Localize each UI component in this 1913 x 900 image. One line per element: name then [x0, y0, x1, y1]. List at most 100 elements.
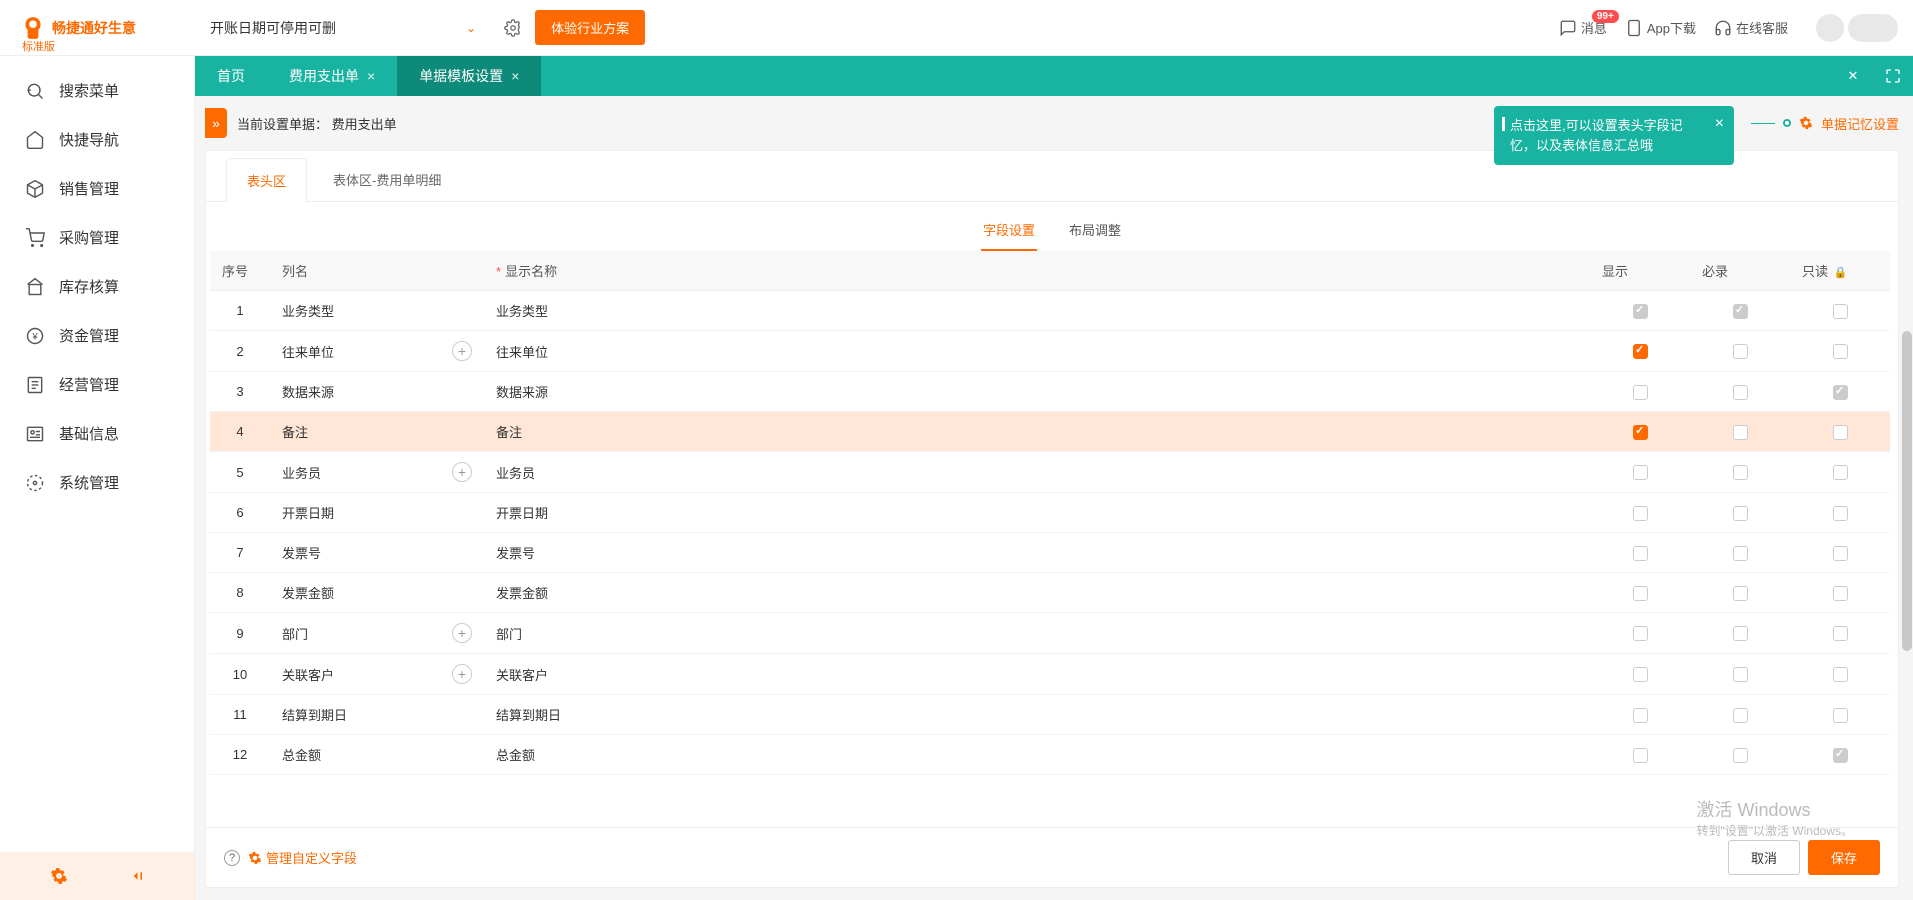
table-row[interactable]: 2 往来单位+ 往来单位 [210, 331, 1890, 372]
checkbox[interactable] [1733, 425, 1748, 440]
checkbox[interactable] [1733, 708, 1748, 723]
checkbox[interactable] [1733, 344, 1748, 359]
checkbox[interactable] [1733, 465, 1748, 480]
checkbox[interactable] [1733, 667, 1748, 682]
messages-button[interactable]: 消息 99+ [1559, 18, 1607, 37]
sidebar-item[interactable]: 库存核算 [0, 262, 194, 311]
sidebar-item[interactable]: 销售管理 [0, 164, 194, 213]
cell-display[interactable]: 关联客户 [484, 654, 1590, 695]
cell-display[interactable]: 发票号 [484, 533, 1590, 573]
cell-display[interactable]: 数据来源 [484, 372, 1590, 412]
checkbox[interactable] [1733, 385, 1748, 400]
checkbox[interactable] [1633, 546, 1648, 561]
table-row[interactable]: 9 部门+ 部门 [210, 613, 1890, 654]
table-row[interactable]: 6 开票日期 开票日期 [210, 493, 1890, 533]
checkbox[interactable] [1833, 344, 1848, 359]
checkbox[interactable] [1833, 586, 1848, 601]
close-all-tabs-button[interactable]: ✕ [1833, 56, 1873, 96]
sidebar-settings-button[interactable] [50, 867, 68, 885]
checkbox[interactable] [1733, 748, 1748, 763]
cell-display[interactable]: 开票日期 [484, 493, 1590, 533]
zone-tab[interactable]: 表头区 [226, 158, 307, 202]
tab[interactable]: 费用支出单× [267, 56, 397, 96]
cell-show [1590, 291, 1690, 331]
table-row[interactable]: 10 关联客户+ 关联客户 [210, 654, 1890, 695]
table-row[interactable]: 3 数据来源 数据来源 [210, 372, 1890, 412]
tab[interactable]: 首页 [195, 56, 267, 96]
sidebar-item[interactable]: ¥资金管理 [0, 311, 194, 360]
checkbox[interactable] [1733, 506, 1748, 521]
cell-display[interactable]: 备注 [484, 412, 1590, 452]
add-button[interactable]: + [452, 623, 472, 643]
checkbox[interactable] [1733, 546, 1748, 561]
cell-display[interactable]: 结算到期日 [484, 695, 1590, 735]
manage-custom-fields-link[interactable]: 管理自定义字段 [248, 848, 357, 867]
logo-area: 畅捷通好生意 [20, 15, 195, 41]
sub-tab[interactable]: 字段设置 [981, 214, 1037, 251]
checkbox[interactable] [1833, 708, 1848, 723]
scroll-thumb[interactable] [1902, 331, 1912, 651]
sidebar-item[interactable]: 采购管理 [0, 213, 194, 262]
tab[interactable]: 单据模板设置× [397, 56, 541, 96]
support-button[interactable]: 在线客服 [1714, 18, 1788, 37]
avatar-group[interactable] [1816, 14, 1898, 42]
account-book-dropdown[interactable]: 开账日期可停用可删 ⌄ [195, 18, 491, 38]
cell-display[interactable]: 发票金额 [484, 573, 1590, 613]
checkbox[interactable] [1633, 385, 1648, 400]
cell-display[interactable]: 业务类型 [484, 291, 1590, 331]
table-row[interactable]: 11 结算到期日 结算到期日 [210, 695, 1890, 735]
checkbox[interactable] [1833, 667, 1848, 682]
settings-icon[interactable] [499, 14, 527, 42]
add-button[interactable]: + [452, 462, 472, 482]
cancel-button[interactable]: 取消 [1728, 840, 1800, 875]
checkbox[interactable] [1733, 626, 1748, 641]
checkbox[interactable] [1833, 465, 1848, 480]
cell-display[interactable]: 部门 [484, 613, 1590, 654]
sidebar-item[interactable]: 系统管理 [0, 458, 194, 507]
zone-tab[interactable]: 表体区-费用单明细 [312, 157, 462, 201]
add-button[interactable]: + [452, 341, 472, 361]
add-button[interactable]: + [452, 664, 472, 684]
checkbox[interactable] [1633, 425, 1648, 440]
checkbox[interactable] [1633, 667, 1648, 682]
cell-display[interactable]: 业务员 [484, 452, 1590, 493]
checkbox[interactable] [1833, 626, 1848, 641]
checkbox[interactable] [1633, 708, 1648, 723]
tab-close-button[interactable]: × [511, 68, 519, 84]
checkbox[interactable] [1633, 748, 1648, 763]
save-button[interactable]: 保存 [1808, 840, 1880, 875]
table-row[interactable]: 12 总金额 总金额 [210, 735, 1890, 775]
sidebar-item[interactable]: 经营管理 [0, 360, 194, 409]
checkbox[interactable] [1833, 546, 1848, 561]
table-row[interactable]: 1 业务类型 业务类型 [210, 291, 1890, 331]
sidebar-item[interactable]: 基础信息 [0, 409, 194, 458]
checkbox[interactable] [1833, 304, 1848, 319]
checkbox[interactable] [1633, 626, 1648, 641]
checkbox[interactable] [1633, 344, 1648, 359]
panel-expand-button[interactable]: » [205, 108, 227, 138]
scrollbar[interactable] [1901, 331, 1913, 830]
app-download-button[interactable]: App下载 [1625, 18, 1696, 37]
cell-display[interactable]: 总金额 [484, 735, 1590, 775]
checkbox[interactable] [1833, 425, 1848, 440]
table-row[interactable]: 5 业务员+ 业务员 [210, 452, 1890, 493]
help-icon[interactable]: ? [224, 850, 240, 866]
sidebar-collapse-button[interactable] [127, 867, 145, 885]
checkbox[interactable] [1633, 586, 1648, 601]
cell-display[interactable]: 往来单位 [484, 331, 1590, 372]
table-row[interactable]: 7 发票号 发票号 [210, 533, 1890, 573]
sub-tab[interactable]: 布局调整 [1067, 214, 1123, 251]
table-row[interactable]: 8 发票金额 发票金额 [210, 573, 1890, 613]
fullscreen-button[interactable] [1873, 56, 1913, 96]
memory-settings-link[interactable]: 单据记忆设置 [1751, 114, 1899, 133]
sidebar-item[interactable]: 搜索菜单 [0, 66, 194, 115]
checkbox[interactable] [1633, 465, 1648, 480]
checkbox[interactable] [1633, 506, 1648, 521]
checkbox[interactable] [1833, 506, 1848, 521]
experience-solution-button[interactable]: 体验行业方案 [535, 10, 645, 45]
table-row[interactable]: 4 备注 备注 [210, 412, 1890, 452]
checkbox[interactable] [1733, 586, 1748, 601]
tooltip-close-button[interactable]: × [1715, 112, 1724, 136]
tab-close-button[interactable]: × [367, 68, 375, 84]
sidebar-item[interactable]: 快捷导航 [0, 115, 194, 164]
